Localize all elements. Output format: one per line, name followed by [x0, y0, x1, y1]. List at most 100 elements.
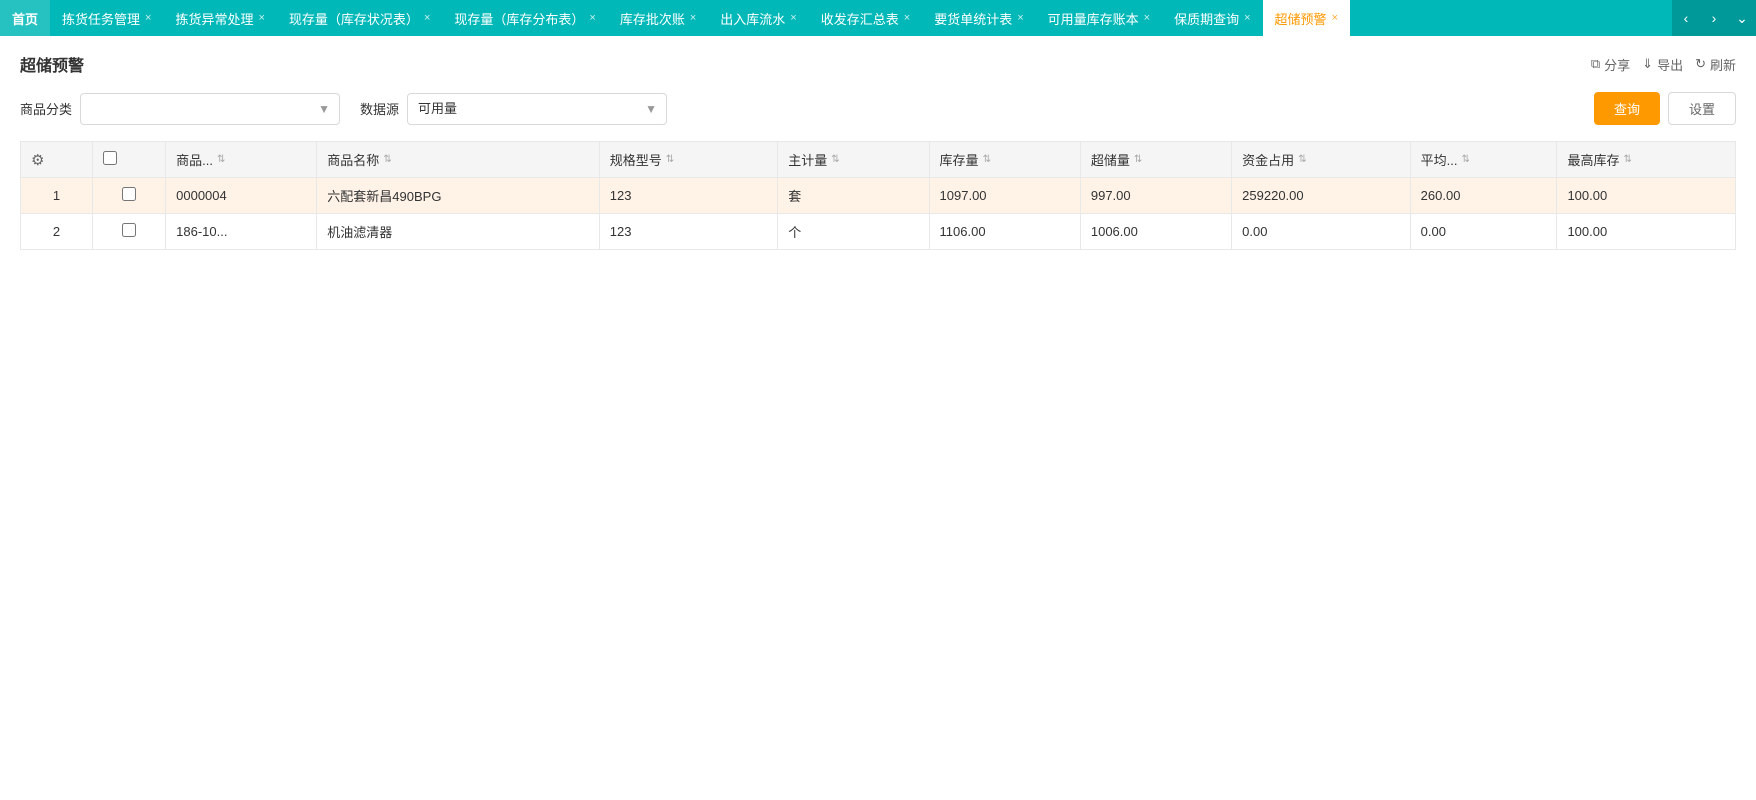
- sort-stock[interactable]: 库存量 ⇅: [940, 150, 991, 169]
- query-button[interactable]: 查询: [1594, 92, 1660, 125]
- close-icon-2[interactable]: ×: [424, 12, 430, 24]
- nav-tab-8[interactable]: 可用量库存账本 ×: [1036, 0, 1162, 36]
- nav-tab-1[interactable]: 拣货异常处理 ×: [163, 0, 276, 36]
- nav-prev-button[interactable]: ‹: [1672, 0, 1700, 36]
- filter-buttons: 查询 设置: [1594, 92, 1736, 125]
- nav-tab-9[interactable]: 保质期查询 ×: [1162, 0, 1262, 36]
- gear-icon[interactable]: ⚙: [31, 152, 44, 169]
- col-checkbox: [93, 142, 166, 178]
- col-product-name-label: 商品名称: [327, 150, 379, 169]
- close-icon-4[interactable]: ×: [690, 12, 696, 24]
- nav-tab-3[interactable]: 现存量（库存分布表） ×: [442, 0, 607, 36]
- col-unit-label: 主计量: [788, 150, 827, 169]
- share-icon: ⧉: [1591, 56, 1600, 72]
- filter-bar: 商品分类 ▼ 数据源 可用量 ▼ 查询 设置: [20, 92, 1736, 125]
- col-max-stock: 最高库存 ⇅: [1557, 142, 1736, 178]
- sort-icon-stock: ⇅: [983, 154, 991, 165]
- row-product-name-0: 六配套新昌490BPG: [317, 178, 599, 214]
- close-icon-8[interactable]: ×: [1144, 12, 1150, 24]
- tab-label-2: 现存量（库存状况表）: [289, 9, 419, 28]
- select-all-checkbox[interactable]: [103, 151, 117, 165]
- table-row: 2 186-10... 机油滤清器 123 个 1106.00 1006.00 …: [21, 214, 1736, 250]
- page-header: 超储预警 ⧉ 分享 ⇓ 导出 ↻ 刷新: [20, 52, 1736, 76]
- sort-max-stock[interactable]: 最高库存 ⇅: [1567, 150, 1631, 169]
- filter-datasource: 数据源 可用量 ▼: [360, 93, 667, 125]
- sort-icon-unit: ⇅: [831, 154, 839, 165]
- sort-product-code[interactable]: 商品... ⇅: [176, 150, 225, 169]
- sort-over-stock[interactable]: 超储量 ⇅: [1091, 150, 1142, 169]
- tab-label-3: 现存量（库存分布表）: [454, 9, 584, 28]
- close-icon-10[interactable]: ×: [1332, 12, 1338, 24]
- nav-menu-button[interactable]: ⌄: [1728, 0, 1756, 36]
- nav-tab-home[interactable]: 首页: [0, 0, 50, 36]
- nav-next-button[interactable]: ›: [1700, 0, 1728, 36]
- share-label: 分享: [1604, 55, 1630, 74]
- category-label: 商品分类: [20, 99, 72, 118]
- row-num-0: 1: [21, 178, 93, 214]
- close-icon-9[interactable]: ×: [1244, 12, 1250, 24]
- nav-tab-5[interactable]: 出入库流水 ×: [708, 0, 808, 36]
- row-capital-1: 0.00: [1232, 214, 1410, 250]
- row-over-stock-1: 1006.00: [1080, 214, 1231, 250]
- row-stock-0: 1097.00: [929, 178, 1080, 214]
- col-product-code: 商品... ⇅: [166, 142, 317, 178]
- tab-label-8: 可用量库存账本: [1048, 9, 1139, 28]
- close-icon-0[interactable]: ×: [145, 12, 151, 24]
- row-select-1[interactable]: [122, 223, 136, 237]
- share-action[interactable]: ⧉ 分享: [1591, 55, 1630, 74]
- export-action[interactable]: ⇓ 导出: [1642, 55, 1683, 74]
- close-icon-5[interactable]: ×: [790, 12, 796, 24]
- home-label: 首页: [12, 9, 38, 28]
- filter-category: 商品分类 ▼: [20, 93, 340, 125]
- refresh-icon: ↻: [1695, 56, 1706, 72]
- col-product-code-label: 商品...: [176, 150, 213, 169]
- row-checkbox-0[interactable]: [93, 178, 166, 214]
- nav-tab-7[interactable]: 要货单统计表 ×: [922, 0, 1035, 36]
- nav-tab-2[interactable]: 现存量（库存状况表） ×: [277, 0, 442, 36]
- row-spec-1: 123: [599, 214, 777, 250]
- nav-tab-10[interactable]: 超储预警 ×: [1263, 0, 1350, 36]
- col-settings: ⚙: [21, 142, 93, 178]
- row-max-stock-0: 100.00: [1557, 178, 1736, 214]
- close-icon-3[interactable]: ×: [589, 12, 595, 24]
- sort-product-name[interactable]: 商品名称 ⇅: [327, 150, 391, 169]
- sort-icon-avg: ⇅: [1462, 154, 1470, 165]
- category-select[interactable]: [80, 93, 340, 125]
- datasource-select[interactable]: 可用量: [407, 93, 667, 125]
- row-product-code-0: 0000004: [166, 178, 317, 214]
- main-content: 超储预警 ⧉ 分享 ⇓ 导出 ↻ 刷新 商品分类 ▼: [0, 36, 1756, 800]
- col-over-stock: 超储量 ⇅: [1080, 142, 1231, 178]
- nav-tab-6[interactable]: 收发存汇总表 ×: [809, 0, 922, 36]
- col-stock-label: 库存量: [940, 150, 979, 169]
- page-title: 超储预警: [20, 52, 84, 76]
- nav-tab-4[interactable]: 库存批次账 ×: [608, 0, 708, 36]
- col-spec-label: 规格型号: [610, 150, 662, 169]
- datasource-label: 数据源: [360, 99, 399, 118]
- row-select-0[interactable]: [122, 187, 136, 201]
- settings-button[interactable]: 设置: [1668, 92, 1736, 125]
- table-row: 1 0000004 六配套新昌490BPG 123 套 1097.00 997.…: [21, 178, 1736, 214]
- tab-label-1: 拣货异常处理: [175, 9, 253, 28]
- col-product-name: 商品名称 ⇅: [317, 142, 599, 178]
- header-row: ⚙ 商品... ⇅ 商品名称 ⇅: [21, 142, 1736, 178]
- row-checkbox-1[interactable]: [93, 214, 166, 250]
- close-icon-1[interactable]: ×: [258, 12, 264, 24]
- table-header: ⚙ 商品... ⇅ 商品名称 ⇅: [21, 142, 1736, 178]
- tab-label-10: 超储预警: [1275, 9, 1327, 28]
- tab-label-6: 收发存汇总表: [821, 9, 899, 28]
- sort-icon-product-name: ⇅: [383, 154, 391, 165]
- sort-capital[interactable]: 资金占用 ⇅: [1242, 150, 1306, 169]
- row-over-stock-0: 997.00: [1080, 178, 1231, 214]
- nav-tabs-bar: 首页 拣货任务管理 × 拣货异常处理 × 现存量（库存状况表） × 现存量（库存…: [0, 0, 1756, 36]
- close-icon-6[interactable]: ×: [904, 12, 910, 24]
- sort-spec[interactable]: 规格型号 ⇅: [610, 150, 674, 169]
- col-unit: 主计量 ⇅: [778, 142, 929, 178]
- close-icon-7[interactable]: ×: [1017, 12, 1023, 24]
- sort-avg[interactable]: 平均... ⇅: [1421, 150, 1470, 169]
- row-unit-0: 套: [778, 178, 929, 214]
- row-spec-0: 123: [599, 178, 777, 214]
- row-capital-0: 259220.00: [1232, 178, 1410, 214]
- refresh-action[interactable]: ↻ 刷新: [1695, 55, 1736, 74]
- sort-unit[interactable]: 主计量 ⇅: [788, 150, 839, 169]
- nav-tab-0[interactable]: 拣货任务管理 ×: [50, 0, 163, 36]
